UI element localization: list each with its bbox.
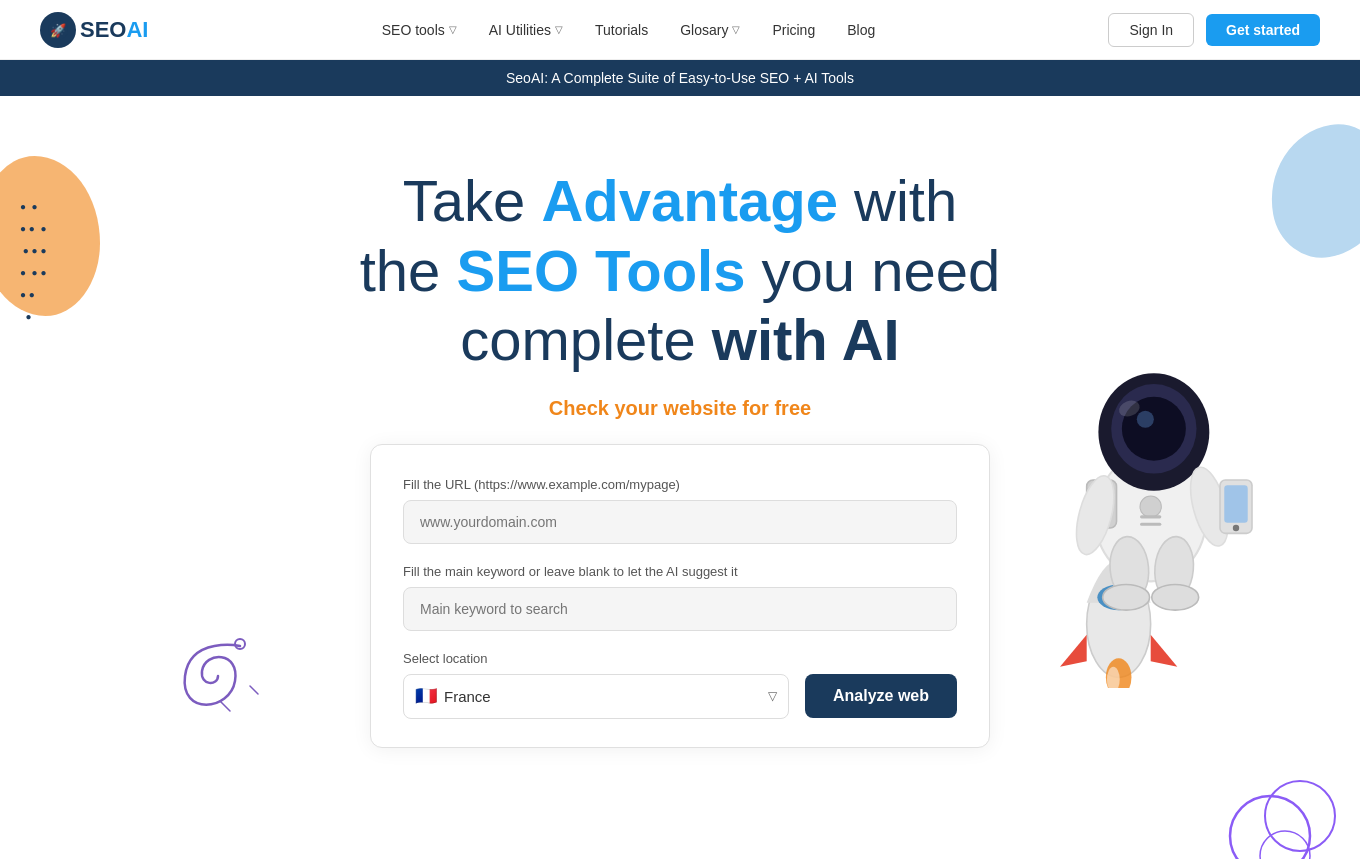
svg-rect-12 [1093,491,1110,500]
svg-point-10 [1095,453,1206,581]
svg-point-7 [1097,585,1140,611]
keyword-label: Fill the main keyword or leave blank to … [403,564,957,579]
nav-item-seo-tools[interactable]: SEO tools ▽ [370,14,469,46]
hero-subheadline: Check your website for free [549,397,811,420]
svg-point-13 [1098,373,1209,490]
svg-point-27 [1140,496,1161,517]
chevron-down-icon: ▽ [449,24,457,35]
svg-point-15 [1122,397,1186,461]
getstarted-button[interactable]: Get started [1206,14,1320,46]
svg-point-19 [1183,463,1235,550]
nav-item-glosary[interactable]: Glosary ▽ [668,14,752,46]
svg-point-25 [1103,585,1150,611]
svg-rect-21 [1224,485,1247,522]
hero-headline: Take Advantage with the SEO Tools you ne… [360,166,1001,375]
signin-button[interactable]: Sign In [1108,13,1194,47]
analyze-button[interactable]: Analyze web [805,674,957,718]
svg-point-3 [1230,796,1310,859]
svg-point-8 [1106,658,1132,688]
svg-rect-29 [1140,523,1161,526]
svg-point-17 [1117,398,1142,419]
svg-point-18 [1069,472,1121,559]
location-label: Select location [403,651,957,666]
svg-point-16 [1137,411,1154,428]
swirl-decoration [170,626,260,716]
logo-icon: 🚀 [40,12,76,48]
svg-rect-11 [1087,480,1117,528]
nav-actions: Sign In Get started [1108,13,1320,47]
nav-item-ai-utilities[interactable]: AI Utilities ▽ [477,14,575,46]
analysis-form: Fill the URL (https://www.example.com/my… [370,444,990,748]
svg-point-22 [1233,525,1239,531]
nav-item-blog[interactable]: Blog [835,14,887,46]
logo-text: SEOAI [80,17,148,43]
svg-point-5 [1260,831,1310,859]
keyword-input[interactable] [403,587,957,631]
circles-decoration [1220,766,1350,859]
svg-text:🚀: 🚀 [50,22,67,39]
hero-section: ● ●● ● ● ● ● ●● ● ●● ● ● [0,96,1360,859]
svg-point-14 [1111,384,1196,474]
announcement-bar: SeoAI: A Complete Suite of Easy-to-Use S… [0,60,1360,96]
nav-item-tutorials[interactable]: Tutorials [583,14,660,46]
svg-point-4 [1265,781,1335,851]
url-input[interactable] [403,500,957,544]
nav-item-pricing[interactable]: Pricing [760,14,827,46]
blob-decoration-right [1260,117,1360,266]
blob-decoration-left [0,156,100,316]
logo[interactable]: 🚀 SEOAI [40,12,148,48]
location-row: 🇫🇷 France United States United Kingdom G… [403,674,957,719]
location-select[interactable]: France United States United Kingdom Germ… [403,674,789,719]
svg-rect-28 [1140,515,1161,518]
astronaut-illustration [980,176,1300,676]
nav-links: SEO tools ▽ AI Utilities ▽ Tutorials Glo… [370,14,888,46]
svg-point-24 [1152,535,1196,602]
svg-rect-20 [1220,480,1252,533]
location-select-wrapper: 🇫🇷 France United States United Kingdom G… [403,674,789,719]
url-label: Fill the URL (https://www.example.com/my… [403,477,957,492]
navigation: 🚀 SEOAI SEO tools ▽ AI Utilities ▽ Tutor… [0,0,1360,60]
svg-point-26 [1152,585,1199,611]
svg-point-6 [1087,571,1151,678]
svg-point-9 [1107,667,1120,688]
svg-point-23 [1107,535,1151,602]
chevron-down-icon: ▽ [732,24,740,35]
svg-point-2 [235,639,245,649]
chevron-down-icon: ▽ [555,24,563,35]
location-flag: 🇫🇷 [415,685,437,707]
